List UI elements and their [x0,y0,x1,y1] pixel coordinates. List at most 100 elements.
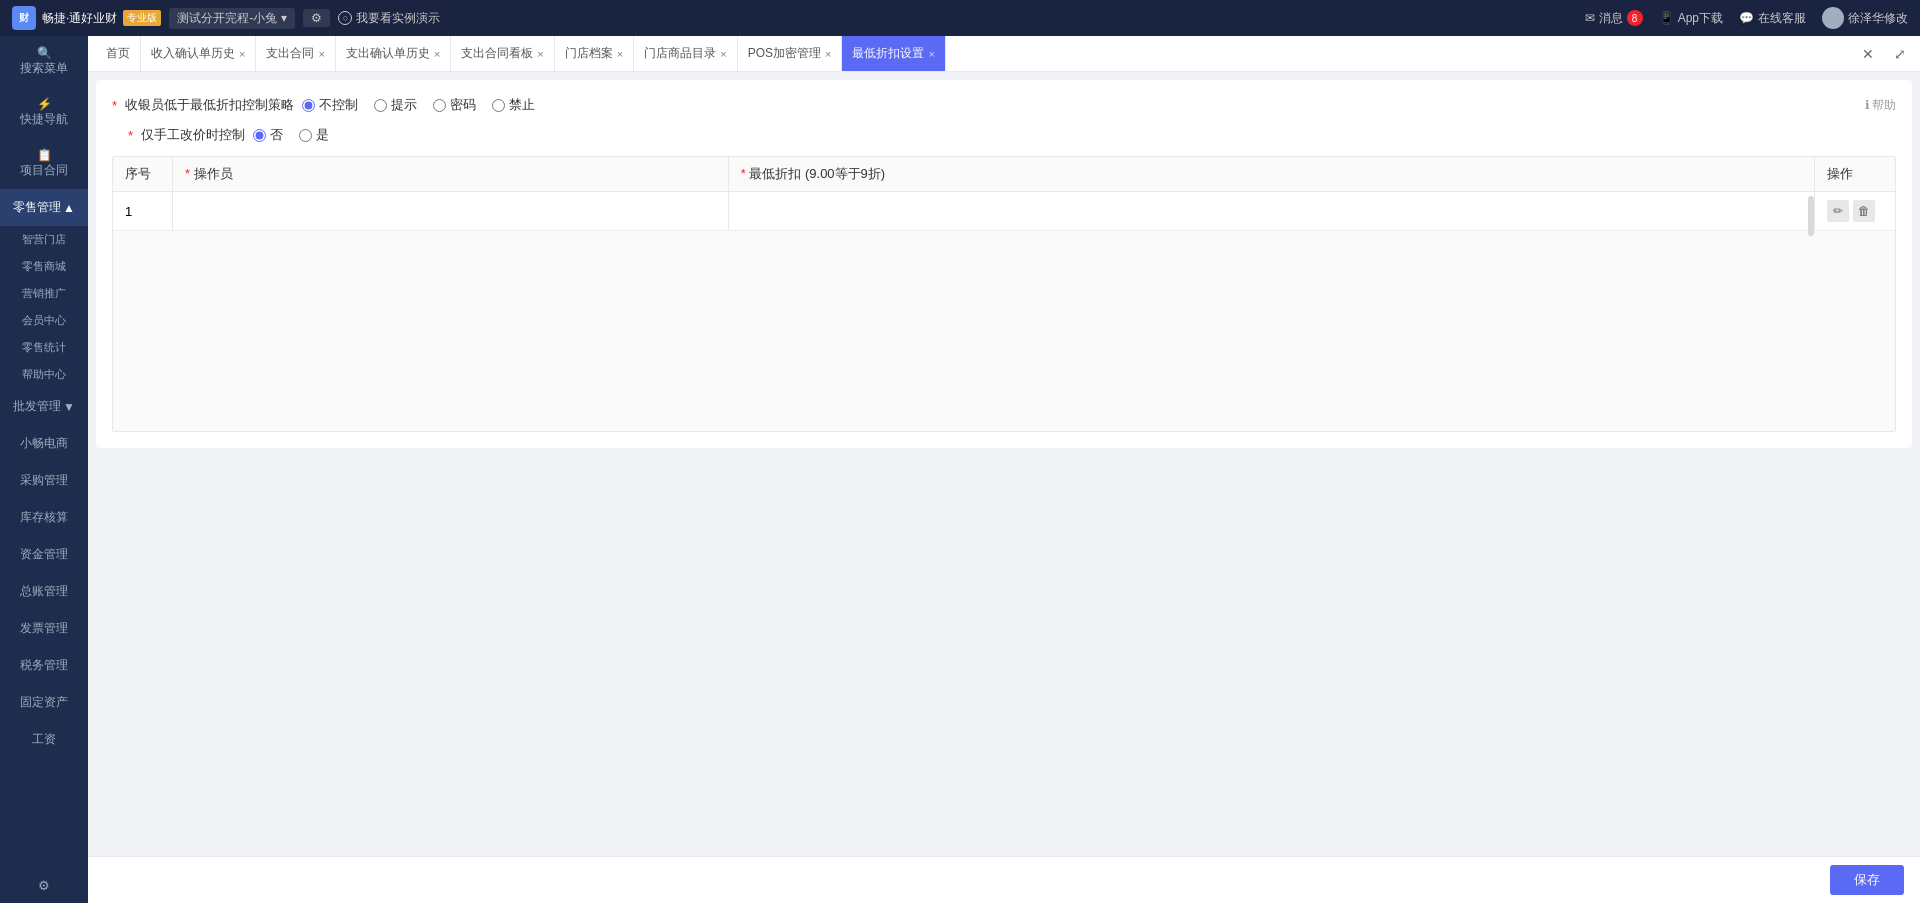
user-avatar [1822,7,1844,29]
sidebar-item-fixed-assets[interactable]: 固定资产 [0,684,88,721]
sidebar-item-retail-mgmt[interactable]: 零售管理 ▲ [0,189,88,226]
sidebar-item-label: 资金管理 [4,546,84,563]
sidebar-item-purchase-mgmt[interactable]: 采购管理 [0,462,88,499]
sidebar-item-label: 营销推广 [4,286,84,301]
sidebar-item-fund-mgmt[interactable]: 资金管理 [0,536,88,573]
radio-no-control-label: 不控制 [319,96,358,114]
sidebar-item-search[interactable]: 🔍 搜索菜单 [0,36,88,87]
demo-circle-icon: ○ [338,11,352,25]
tab-bar: 首页 收入确认单历史 × 支出合同 × 支出确认单历史 × 支出合同看板 × 门… [88,36,1920,72]
demo-link[interactable]: ○ 我要看实例演示 [338,10,440,27]
tab-pos-password-mgmt[interactable]: POS加密管理 × [738,36,843,72]
td-discount [729,192,1815,230]
close-icon[interactable]: × [720,48,726,60]
td-operator [173,192,729,230]
radio-no-input[interactable] [253,129,266,142]
tab-label: 支出确认单历史 [346,45,430,62]
help-button[interactable]: ℹ 帮助 [1865,97,1896,114]
tab-payment-contract-board[interactable]: 支出合同看板 × [451,36,554,72]
project-selector[interactable]: 测试分开完程-小兔 ▾ [169,8,295,29]
message-action[interactable]: ✉ 消息 8 [1585,10,1643,27]
close-icon[interactable]: × [239,48,245,60]
close-icon[interactable]: × [928,48,934,60]
close-icon[interactable]: × [617,48,623,60]
sidebar-item-salary[interactable]: 工资 [0,721,88,758]
pro-badge: 专业版 [123,10,161,26]
online-service-action[interactable]: 💬 在线客服 [1739,10,1806,27]
sidebar-item-ledger-mgmt[interactable]: 总账管理 [0,573,88,610]
logo-text: 畅捷·通好业财 [42,10,117,27]
sidebar-item-member-center[interactable]: 会员中心 [0,307,88,334]
th-seq: 序号 [113,157,173,191]
control-policy-label: 收银员低于最低折扣控制策略 [125,96,294,114]
radio-password-input[interactable] [433,99,446,112]
sidebar-item-project-contract[interactable]: 📋 项目合同 [0,138,88,189]
radio-remind-label: 提示 [391,96,417,114]
radio-yes[interactable]: 是 [299,126,329,144]
control-policy-radio-group: 不控制 提示 密码 禁 [302,96,535,114]
edit-icon[interactable]: ✏ [1827,200,1849,222]
tab-store-archive[interactable]: 门店档案 × [555,36,634,72]
radio-forbid[interactable]: 禁止 [492,96,535,114]
sidebar-item-label: 项目合同 [4,162,84,179]
tab-min-discount-setting[interactable]: 最低折扣设置 × [842,36,945,72]
page-footer: 保存 [88,856,1920,903]
service-icon: 💬 [1739,11,1754,25]
close-tab-button[interactable]: ✕ [1856,42,1880,66]
message-icon: ✉ [1585,11,1595,25]
close-icon[interactable]: × [318,48,324,60]
sidebar-item-invoice-mgmt[interactable]: 发票管理 [0,610,88,647]
user-info[interactable]: 徐泽华修改 [1822,7,1908,29]
radio-yes-input[interactable] [299,129,312,142]
demo-text: 我要看实例演示 [356,10,440,27]
tab-income-confirm-history[interactable]: 收入确认单历史 × [141,36,256,72]
radio-forbid-input[interactable] [492,99,505,112]
seq-value: 1 [125,204,132,219]
sidebar-settings[interactable]: ⚙ [0,868,88,903]
header-right: ✉ 消息 8 📱 App下载 💬 在线客服 徐泽华修改 [1585,7,1908,29]
project-name: 测试分开完程-小兔 [177,10,277,27]
tab-label: 支出合同 [266,45,314,62]
sidebar-item-wholesale-mgmt[interactable]: 批发管理 ▼ [0,388,88,425]
tab-payment-contract[interactable]: 支出合同 × [256,36,335,72]
sidebar-item-smart-store[interactable]: 智营门店 [0,226,88,253]
sidebar-item-quick-nav[interactable]: ⚡ 快捷导航 [0,87,88,138]
settings-button[interactable]: ⚙ [303,9,330,27]
download-icon: 📱 [1659,11,1674,25]
sidebar-item-label: 发票管理 [4,620,84,637]
radio-no-control-input[interactable] [302,99,315,112]
tab-payment-confirm-history[interactable]: 支出确认单历史 × [336,36,451,72]
content-area: 首页 收入确认单历史 × 支出合同 × 支出确认单历史 × 支出合同看板 × 门… [88,36,1920,903]
sidebar-item-tax-mgmt[interactable]: 税务管理 [0,647,88,684]
tab-home[interactable]: 首页 [96,36,141,72]
radio-remind-input[interactable] [374,99,387,112]
sidebar-item-retail-stats[interactable]: 零售统计 [0,334,88,361]
sidebar-item-retail-mall[interactable]: 零售商城 [0,253,88,280]
project-dropdown-icon: ▾ [281,11,287,25]
app-download-action[interactable]: 📱 App下载 [1659,10,1723,27]
sidebar-item-label: 批发管理 [13,398,61,415]
app-download-label: App下载 [1678,10,1723,27]
close-icon[interactable]: × [434,48,440,60]
delete-icon[interactable]: 🗑 [1853,200,1875,222]
scrollbar[interactable] [1808,196,1814,236]
chevron-up-icon: ▲ [63,201,75,215]
sidebar-item-label: 工资 [4,731,84,748]
maximize-tab-button[interactable]: ⤢ [1888,42,1912,66]
radio-no[interactable]: 否 [253,126,283,144]
help-icon: ℹ [1865,98,1870,112]
tab-store-goods-catalog[interactable]: 门店商品目录 × [634,36,737,72]
save-button[interactable]: 保存 [1830,865,1904,895]
close-icon[interactable]: × [825,48,831,60]
close-icon[interactable]: × [537,48,543,60]
radio-no-control[interactable]: 不控制 [302,96,358,114]
radio-password[interactable]: 密码 [433,96,476,114]
sidebar-item-label: 零售统计 [4,340,84,355]
sidebar-item-inventory-calc[interactable]: 库存核算 [0,499,88,536]
sidebar-item-ecommerce[interactable]: 小畅电商 [0,425,88,462]
discount-table: 序号 * 操作员 * 最低折扣 (9.00等于9折) 操作 1 [112,156,1896,432]
sidebar-item-marketing[interactable]: 营销推广 [0,280,88,307]
radio-remind[interactable]: 提示 [374,96,417,114]
required-star: * [741,166,750,181]
sidebar-item-help-center[interactable]: 帮助中心 [0,361,88,388]
